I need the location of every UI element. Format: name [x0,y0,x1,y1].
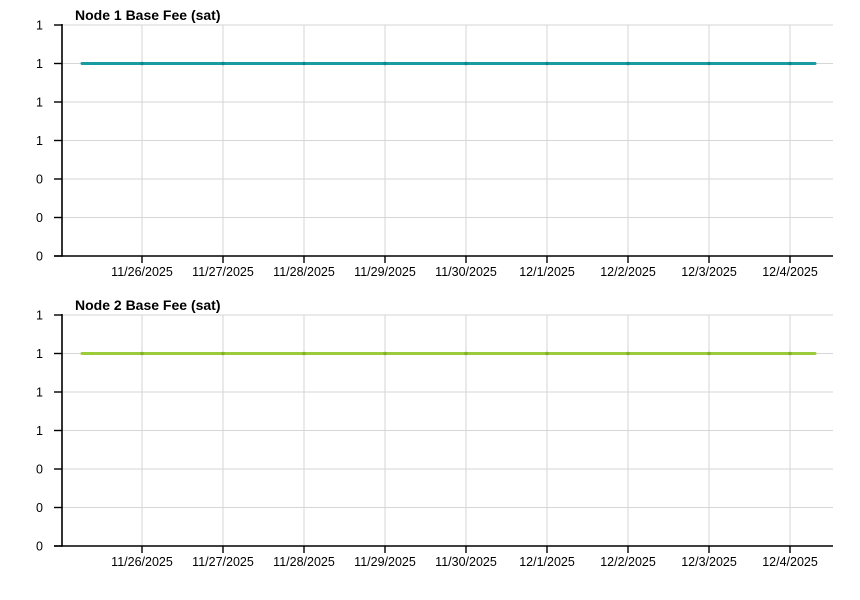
y-tick-label: 1 [36,424,43,438]
y-axis-ticks: 1 1 1 1 0 0 0 [36,19,62,264]
y-tick-label: 0 [36,250,43,264]
x-tick-label: 11/28/2025 [273,555,335,569]
x-tick-label: 11/27/2025 [192,555,254,569]
x-tick-label: 12/1/2025 [519,265,575,279]
series-node-1-base-fee [80,61,817,66]
x-tick-label: 11/28/2025 [273,265,335,279]
gridlines [62,24,833,257]
x-tick-label: 12/4/2025 [762,555,818,569]
data-point-marker [707,351,711,356]
y-tick-label: 1 [36,96,43,110]
data-point-marker [383,61,387,66]
x-tick-label: 11/29/2025 [354,265,416,279]
data-point-marker [626,351,630,356]
x-tick-label: 12/3/2025 [681,265,737,279]
data-point-marker [788,61,792,66]
node2-chart-canvas: 111100011/26/2025 11/27/2025 11/28/2025 11/… [36,309,833,569]
data-point-marker [221,351,225,356]
data-point-marker [626,61,630,66]
x-axis-ticks: 11/26/2025 11/27/2025 11/28/2025 11/29/2025… [111,256,818,279]
node1-chart-title: Node 1 Base Fee (sat) [75,7,221,23]
x-tick-label: 11/26/2025 [111,555,173,569]
data-point-marker [707,61,711,66]
data-point-marker [464,61,468,66]
node2-chart-title: Node 2 Base Fee (sat) [75,297,221,313]
y-tick-label: 1 [36,309,43,323]
y-tick-label: 0 [36,463,43,477]
x-tick-label: 12/4/2025 [762,265,818,279]
node1-chart-canvas: 111100011/26/2025 11/27/2025 11/28/2025 11/… [36,19,833,279]
data-point-marker [302,61,306,66]
data-point-marker [302,351,306,356]
data-point-marker [140,351,144,356]
y-tick-label: 1 [36,347,43,361]
gridlines [62,314,833,547]
x-tick-label: 11/29/2025 [354,555,416,569]
x-tick-label: 12/2/2025 [600,265,656,279]
y-tick-label: 0 [36,501,43,515]
data-point-marker [545,351,549,356]
data-point-marker [140,61,144,66]
y-tick-label: 1 [36,57,43,71]
y-tick-label: 1 [36,386,43,400]
node2-base-fee-chart: 1 1 1 1 0 0 0 11/26/2025 11/27/2025 11/28/2025 11/… [0,290,860,580]
x-axis-ticks: 11/26/2025 11/27/2025 11/28/2025 11/29/2025… [111,546,818,569]
y-tick-label: 1 [36,19,43,33]
y-tick-label: 0 [36,173,43,187]
x-tick-label: 12/1/2025 [519,555,575,569]
x-tick-label: 11/30/2025 [435,265,497,279]
y-tick-label: 1 [36,134,43,148]
data-point-marker [788,351,792,356]
data-point-marker [545,61,549,66]
x-tick-label: 11/30/2025 [435,555,497,569]
x-tick-label: 12/3/2025 [681,555,737,569]
x-tick-label: 11/27/2025 [192,265,254,279]
y-tick-label: 0 [36,540,43,554]
x-tick-label: 11/26/2025 [111,265,173,279]
data-point-marker [464,351,468,356]
data-point-marker [383,351,387,356]
node1-base-fee-chart: 1 1 1 1 0 0 0 11/26/2025 11/27/2025 11/28/2025 11/… [0,0,860,290]
y-tick-label: 0 [36,211,43,225]
x-tick-label: 12/2/2025 [600,555,656,569]
data-point-marker [221,61,225,66]
series-node-2-base-fee [80,351,817,356]
y-axis-ticks: 1 1 1 1 0 0 0 [36,309,62,554]
charts-page: 1 1 1 1 0 0 0 11/26/2025 11/27/2025 11/28/2025 11/… [0,0,860,600]
